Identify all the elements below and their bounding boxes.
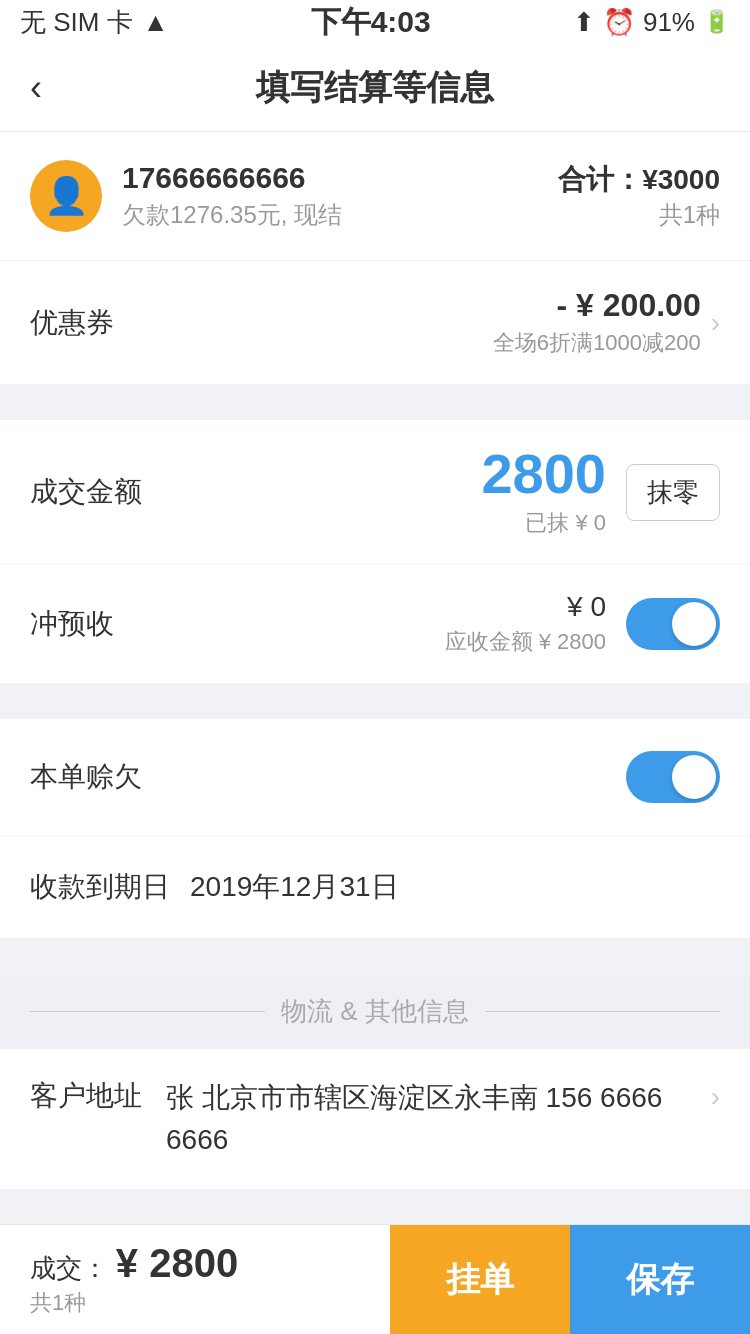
address-content: 张 北京市市辖区海淀区永丰南 156 6666 6666 [166,1077,695,1161]
back-button[interactable]: ‹ [30,67,90,109]
logistics-divider: 物流 & 其他信息 [0,974,750,1049]
battery-text: 91% [643,7,695,38]
transaction-section: 成交金额 2800 已抹 ¥ 0 抹零 冲预收 ¥ 0 应收金额 ¥ 2800 [0,420,750,683]
bottom-bar: 成交： ¥ 2800 共1种 挂单 保存 [0,1224,750,1334]
wifi-icon: ▲ [143,7,169,38]
section-divider-3 [0,954,750,974]
avatar-icon: 👤 [44,175,89,217]
section-divider-2 [0,699,750,719]
page-title: 填写结算等信息 [256,65,494,111]
avatar: 👤 [30,160,102,232]
location-icon: ⬆ [573,7,595,38]
logistics-label: 物流 & 其他信息 [281,994,469,1029]
status-time: 下午4:03 [311,2,431,43]
divider-line-right [485,1011,720,1012]
amount-row: 成交金额 2800 已抹 ¥ 0 抹零 [0,420,750,564]
address-row[interactable]: 客户地址 张 北京市市辖区海淀区永丰南 156 6666 6666 › [0,1049,750,1189]
debt-toggle-knob [672,755,716,799]
prepay-row: 冲预收 ¥ 0 应收金额 ¥ 2800 [0,564,750,683]
round-button[interactable]: 抹零 [626,464,720,521]
prepay-amount: ¥ 0 [445,591,606,623]
coupon-label: 优惠券 [30,304,114,342]
debt-row: 本单赊欠 [0,719,750,835]
amount-label: 成交金额 [30,473,142,511]
total-amount: 合计：¥3000 [558,161,720,199]
customer-card: 👤 17666666666 欠款1276.35元, 现结 合计：¥3000 共1… [0,132,750,260]
address-label: 客户地址 [30,1077,150,1115]
debt-label: 本单赊欠 [30,758,142,796]
due-date-row: 收款到期日 2019年12月31日 [0,835,750,938]
save-button[interactable]: 保存 [570,1225,750,1335]
toggle-knob [672,602,716,646]
status-bar: 无 SIM 卡 ▲ 下午4:03 ⬆ ⏰ 91% 🔋 [0,0,750,44]
battery-icon: 🔋 [703,9,730,35]
due-date-label: 收款到期日 [30,868,170,906]
prepay-due: 应收金额 ¥ 2800 [445,627,606,657]
customer-phone: 17666666666 [122,161,342,195]
coupon-chevron-icon: › [711,307,720,339]
coupon-discount: - ¥ 200.00 [493,287,701,324]
coupon-desc: 全场6折满1000减200 [493,328,701,358]
coupon-row[interactable]: 优惠券 - ¥ 200.00 全场6折满1000减200 › [0,260,750,384]
section-divider-1 [0,400,750,420]
address-chevron-icon: › [711,1077,720,1113]
divider-line-left [30,1011,265,1012]
status-right: ⬆ ⏰ 91% 🔋 [573,7,730,38]
sim-label: 无 SIM 卡 [20,5,133,40]
due-date-value: 2019年12月31日 [190,868,399,906]
status-left: 无 SIM 卡 ▲ [20,5,168,40]
prepay-toggle[interactable] [626,598,720,650]
main-content: 👤 17666666666 欠款1276.35元, 现结 合计：¥3000 共1… [0,132,750,1334]
debt-section: 本单赊欠 收款到期日 2019年12月31日 [0,719,750,938]
bottom-amount: ¥ 2800 [116,1241,238,1285]
nav-bar: ‹ 填写结算等信息 [0,44,750,132]
customer-debt: 欠款1276.35元, 现结 [122,199,342,231]
bottom-count: 共1种 [30,1288,360,1318]
amount-sub: 已抹 ¥ 0 [481,508,606,538]
total-count: 共1种 [558,199,720,231]
pending-button[interactable]: 挂单 [390,1225,570,1335]
prepay-label: 冲预收 [30,605,114,643]
debt-toggle[interactable] [626,751,720,803]
alarm-icon: ⏰ [603,7,635,38]
bottom-label: 成交： [30,1253,108,1283]
bottom-summary: 成交： ¥ 2800 共1种 [0,1241,390,1318]
amount-value: 2800 [481,446,606,502]
